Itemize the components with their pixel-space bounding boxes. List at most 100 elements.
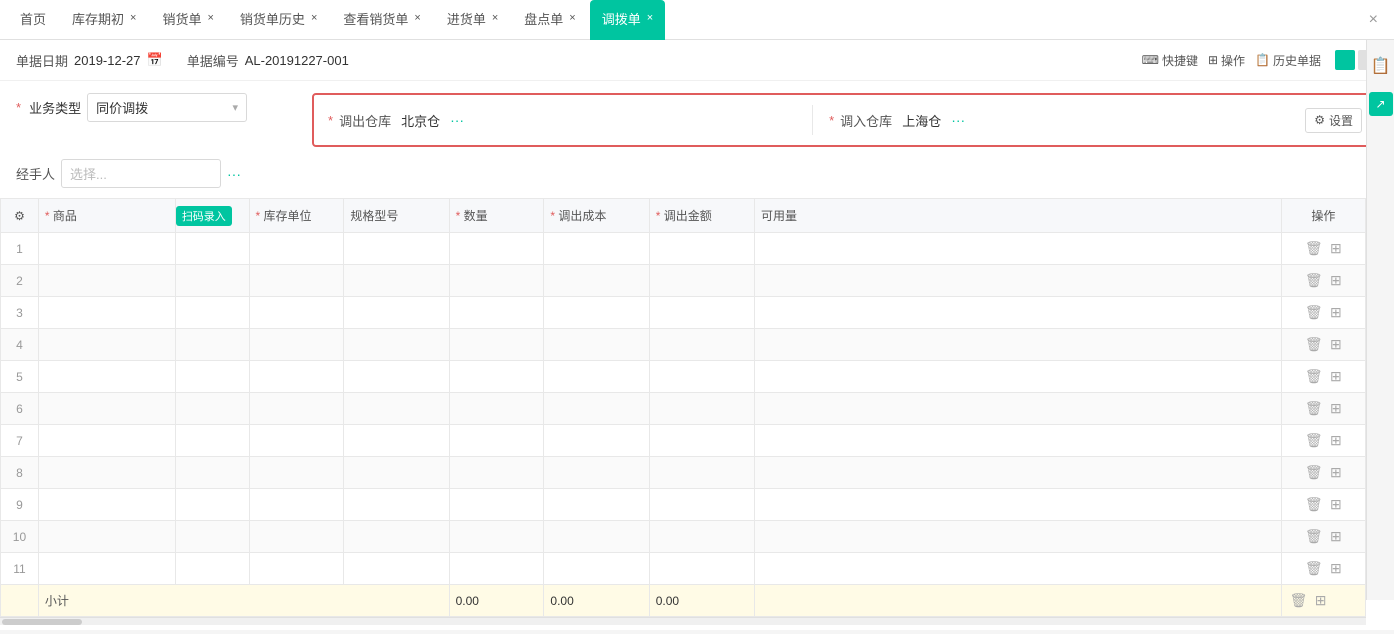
view-toggle-list[interactable] bbox=[1335, 50, 1355, 70]
close-purchase-order[interactable]: × bbox=[492, 13, 498, 24]
subtotal-delete-icon[interactable]: 🗑 bbox=[1290, 592, 1308, 608]
cost-cell-7[interactable] bbox=[544, 425, 649, 457]
copy-icon-4[interactable]: ⊞ bbox=[1330, 336, 1342, 352]
qty-cell-7[interactable] bbox=[449, 425, 544, 457]
copy-icon-2[interactable]: ⊞ bbox=[1330, 272, 1342, 288]
delete-icon-6[interactable]: 🗑 bbox=[1305, 400, 1323, 416]
unit-cell-1[interactable] bbox=[249, 233, 344, 265]
copy-icon-1[interactable]: ⊞ bbox=[1330, 240, 1342, 256]
spec-cell-7[interactable] bbox=[344, 425, 449, 457]
spec-cell-8[interactable] bbox=[344, 457, 449, 489]
close-transfer-order[interactable]: × bbox=[647, 13, 653, 24]
close-view-sales[interactable]: × bbox=[414, 13, 420, 24]
delete-icon-11[interactable]: 🗑 bbox=[1305, 560, 1323, 576]
amount-cell-11[interactable] bbox=[649, 553, 754, 585]
sidebar-document-icon[interactable]: 📋 bbox=[1371, 56, 1391, 76]
tab-stock-check[interactable]: 盘点单 × bbox=[512, 0, 587, 40]
unit-cell-8[interactable] bbox=[249, 457, 344, 489]
sidebar-export-icon[interactable]: ↗ bbox=[1369, 92, 1393, 116]
spec-cell-6[interactable] bbox=[344, 393, 449, 425]
cost-cell-6[interactable] bbox=[544, 393, 649, 425]
col-gear[interactable]: ⚙ bbox=[1, 199, 39, 233]
copy-icon-6[interactable]: ⊞ bbox=[1330, 400, 1342, 416]
qty-cell-6[interactable] bbox=[449, 393, 544, 425]
copy-icon-7[interactable]: ⊞ bbox=[1330, 432, 1342, 448]
amount-cell-8[interactable] bbox=[649, 457, 754, 489]
cost-cell-3[interactable] bbox=[544, 297, 649, 329]
spec-cell-10[interactable] bbox=[344, 521, 449, 553]
unit-cell-5[interactable] bbox=[249, 361, 344, 393]
operator-select[interactable]: 选择... bbox=[61, 159, 221, 188]
qty-cell-11[interactable] bbox=[449, 553, 544, 585]
close-inventory-init[interactable]: × bbox=[130, 13, 136, 24]
copy-icon-8[interactable]: ⊞ bbox=[1330, 464, 1342, 480]
copy-icon-11[interactable]: ⊞ bbox=[1330, 560, 1342, 576]
tab-home[interactable]: 首页 bbox=[8, 0, 58, 40]
unit-cell-9[interactable] bbox=[249, 489, 344, 521]
close-sales-history[interactable]: × bbox=[311, 13, 317, 24]
amount-cell-2[interactable] bbox=[649, 265, 754, 297]
amount-cell-9[interactable] bbox=[649, 489, 754, 521]
qty-cell-4[interactable] bbox=[449, 329, 544, 361]
qty-cell-3[interactable] bbox=[449, 297, 544, 329]
copy-icon-5[interactable]: ⊞ bbox=[1330, 368, 1342, 384]
cost-cell-1[interactable] bbox=[544, 233, 649, 265]
scan-barcode-button[interactable]: 扫码录入 bbox=[176, 206, 232, 226]
transfer-out-more-button[interactable]: ··· bbox=[450, 112, 464, 128]
transfer-in-more-button[interactable]: ··· bbox=[951, 112, 965, 128]
shortcut-button[interactable]: ⌨ 快捷键 bbox=[1142, 52, 1198, 69]
unit-cell-2[interactable] bbox=[249, 265, 344, 297]
amount-cell-5[interactable] bbox=[649, 361, 754, 393]
amount-cell-3[interactable] bbox=[649, 297, 754, 329]
operator-more-button[interactable]: ··· bbox=[227, 166, 241, 182]
copy-icon-10[interactable]: ⊞ bbox=[1330, 528, 1342, 544]
product-cell-6[interactable] bbox=[38, 393, 175, 425]
delete-icon-3[interactable]: 🗑 bbox=[1305, 304, 1323, 320]
unit-cell-6[interactable] bbox=[249, 393, 344, 425]
scrollbar-thumb[interactable] bbox=[2, 619, 82, 625]
cost-cell-10[interactable] bbox=[544, 521, 649, 553]
delete-icon-8[interactable]: 🗑 bbox=[1305, 464, 1323, 480]
spec-cell-2[interactable] bbox=[344, 265, 449, 297]
tab-sales-history[interactable]: 销货单历史 × bbox=[228, 0, 329, 40]
amount-cell-7[interactable] bbox=[649, 425, 754, 457]
delete-icon-7[interactable]: 🗑 bbox=[1305, 432, 1323, 448]
delete-icon-9[interactable]: 🗑 bbox=[1305, 496, 1323, 512]
qty-cell-1[interactable] bbox=[449, 233, 544, 265]
product-cell-8[interactable] bbox=[38, 457, 175, 489]
unit-cell-3[interactable] bbox=[249, 297, 344, 329]
product-cell-10[interactable] bbox=[38, 521, 175, 553]
settings-button[interactable]: ⚙ 设置 bbox=[1305, 108, 1362, 133]
amount-cell-4[interactable] bbox=[649, 329, 754, 361]
delete-icon-1[interactable]: 🗑 bbox=[1305, 240, 1323, 256]
delete-icon-4[interactable]: 🗑 bbox=[1305, 336, 1323, 352]
business-type-select[interactable]: 同价调拨 ▾ bbox=[87, 93, 247, 122]
qty-cell-10[interactable] bbox=[449, 521, 544, 553]
tab-sales-order[interactable]: 销货单 × bbox=[150, 0, 225, 40]
spec-cell-11[interactable] bbox=[344, 553, 449, 585]
close-stock-check[interactable]: × bbox=[569, 13, 575, 24]
spec-cell-4[interactable] bbox=[344, 329, 449, 361]
tab-inventory-init[interactable]: 库存期初 × bbox=[60, 0, 148, 40]
unit-cell-7[interactable] bbox=[249, 425, 344, 457]
cost-cell-8[interactable] bbox=[544, 457, 649, 489]
spec-cell-3[interactable] bbox=[344, 297, 449, 329]
product-cell-3[interactable] bbox=[38, 297, 175, 329]
amount-cell-10[interactable] bbox=[649, 521, 754, 553]
cost-cell-2[interactable] bbox=[544, 265, 649, 297]
product-cell-5[interactable] bbox=[38, 361, 175, 393]
amount-cell-1[interactable] bbox=[649, 233, 754, 265]
copy-icon-3[interactable]: ⊞ bbox=[1330, 304, 1342, 320]
qty-cell-2[interactable] bbox=[449, 265, 544, 297]
product-cell-7[interactable] bbox=[38, 425, 175, 457]
window-close-button[interactable]: × bbox=[1361, 11, 1386, 29]
spec-cell-1[interactable] bbox=[344, 233, 449, 265]
cost-cell-11[interactable] bbox=[544, 553, 649, 585]
spec-cell-5[interactable] bbox=[344, 361, 449, 393]
spec-cell-9[interactable] bbox=[344, 489, 449, 521]
cost-cell-9[interactable] bbox=[544, 489, 649, 521]
cost-cell-4[interactable] bbox=[544, 329, 649, 361]
operations-button[interactable]: ⊞ 操作 bbox=[1208, 52, 1245, 69]
unit-cell-10[interactable] bbox=[249, 521, 344, 553]
qty-cell-9[interactable] bbox=[449, 489, 544, 521]
